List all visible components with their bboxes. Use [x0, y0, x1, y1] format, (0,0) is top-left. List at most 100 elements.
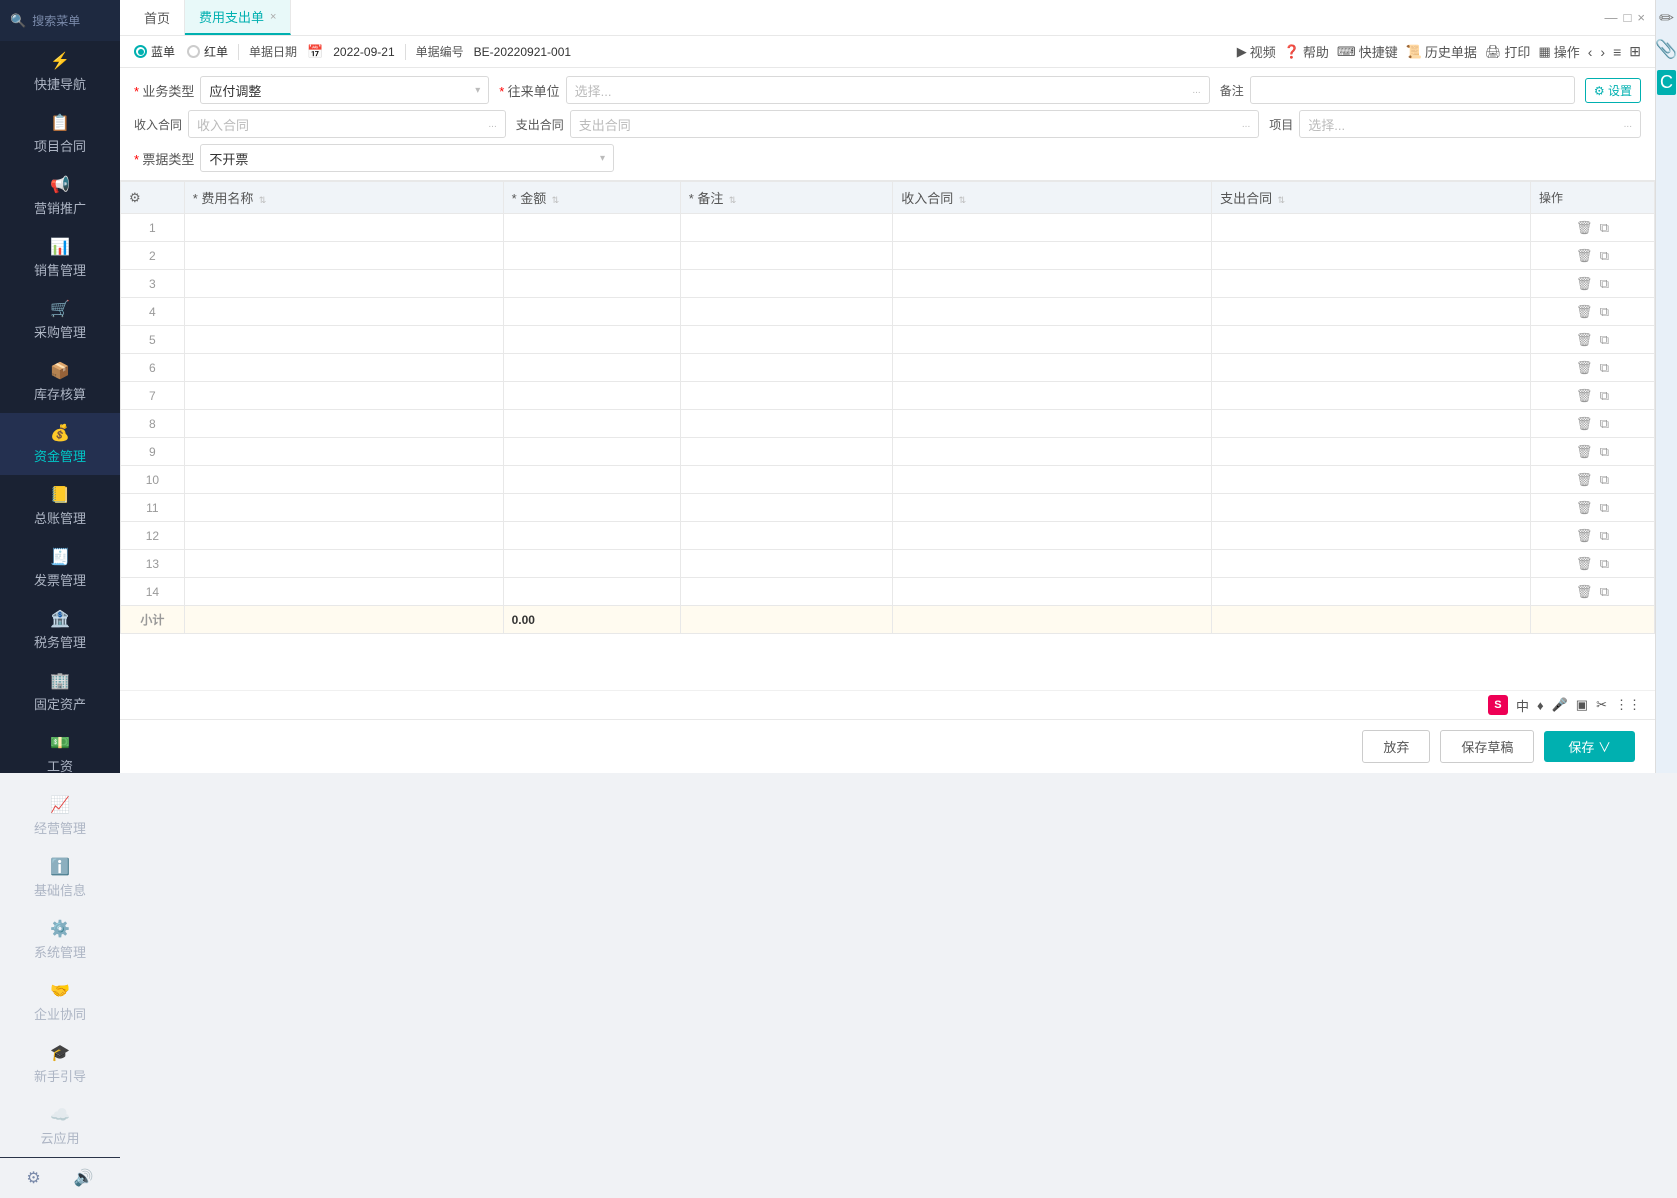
row-11-expense-name[interactable]	[184, 494, 503, 522]
row-6-income-contract[interactable]	[893, 354, 1212, 382]
sidebar-item-fixed-assets[interactable]: 🏢 固定资产	[0, 661, 120, 723]
save-button[interactable]: 保存 ∨	[1544, 731, 1635, 762]
row-3-delete-icon[interactable]: 🗑	[1576, 276, 1593, 291]
view-grid-icon[interactable]: ⊞	[1629, 43, 1641, 60]
row-10-note[interactable]	[680, 466, 893, 494]
sidebar-item-inventory[interactable]: 📦 库存核算	[0, 351, 120, 413]
sidebar-item-ledger[interactable]: 📒 总账管理	[0, 475, 120, 537]
brand-icon-diamond[interactable]: ♦	[1537, 698, 1544, 713]
row-10-income-contract[interactable]	[893, 466, 1212, 494]
row-11-income-contract[interactable]	[893, 494, 1212, 522]
row-10-delete-icon[interactable]: 🗑	[1576, 472, 1593, 487]
brand-icon-zhong[interactable]: 中	[1516, 696, 1529, 715]
row-11-copy-icon[interactable]: ⧉	[1600, 500, 1609, 515]
row-1-expense-contract[interactable]	[1212, 214, 1531, 242]
row-10-copy-icon[interactable]: ⧉	[1600, 472, 1609, 487]
row-5-income-contract[interactable]	[893, 326, 1212, 354]
row-14-delete-icon[interactable]: 🗑	[1576, 584, 1593, 599]
right-panel-icon-3[interactable]: C	[1657, 70, 1676, 95]
row-9-amount[interactable]	[503, 438, 680, 466]
right-panel-icon-2[interactable]: 📎	[1655, 39, 1677, 60]
row-12-expense-contract[interactable]	[1212, 522, 1531, 550]
sidebar-item-guide[interactable]: 🎓 新手引导	[0, 1033, 120, 1095]
row-13-income-contract[interactable]	[893, 550, 1212, 578]
discard-button[interactable]: 放弃	[1362, 730, 1430, 763]
settings-icon[interactable]: ⚙	[26, 1168, 40, 1188]
settings-button[interactable]: ⚙ 设置	[1585, 78, 1641, 103]
window-close-icon[interactable]: ×	[1637, 10, 1645, 25]
row-7-expense-name[interactable]	[184, 382, 503, 410]
sidebar-item-basic-info[interactable]: ℹ️ 基础信息	[0, 847, 120, 909]
row-13-delete-icon[interactable]: 🗑	[1576, 556, 1593, 571]
row-1-expense-name[interactable]	[184, 214, 503, 242]
row-10-expense-name[interactable]	[184, 466, 503, 494]
row-9-copy-icon[interactable]: ⧉	[1600, 444, 1609, 459]
video-action[interactable]: ▶ 视频	[1237, 42, 1276, 61]
row-5-expense-contract[interactable]	[1212, 326, 1531, 354]
brand-icon-mic[interactable]: 🎤	[1552, 697, 1568, 713]
row-4-delete-icon[interactable]: 🗑	[1576, 304, 1593, 319]
row-9-expense-contract[interactable]	[1212, 438, 1531, 466]
sidebar-item-operations[interactable]: 📈 经营管理	[0, 785, 120, 847]
row-3-income-contract[interactable]	[893, 270, 1212, 298]
sidebar-item-tax[interactable]: 🏦 税务管理	[0, 599, 120, 661]
row-5-expense-name[interactable]	[184, 326, 503, 354]
row-12-delete-icon[interactable]: 🗑	[1576, 528, 1593, 543]
sidebar-item-marketing[interactable]: 📢 营销推广	[0, 165, 120, 227]
sidebar-item-salary[interactable]: 💵 工资	[0, 723, 120, 785]
project-input[interactable]: 选择... ...	[1299, 110, 1641, 138]
row-12-copy-icon[interactable]: ⧉	[1600, 528, 1609, 543]
sidebar-item-system[interactable]: ⚙️ 系统管理	[0, 909, 120, 971]
row-4-income-contract[interactable]	[893, 298, 1212, 326]
row-7-copy-icon[interactable]: ⧉	[1600, 388, 1609, 403]
sort-icon-note[interactable]: ⇅	[729, 195, 737, 205]
row-12-expense-name[interactable]	[184, 522, 503, 550]
row-8-copy-icon[interactable]: ⧉	[1600, 416, 1609, 431]
row-11-expense-contract[interactable]	[1212, 494, 1531, 522]
row-14-expense-contract[interactable]	[1212, 578, 1531, 606]
row-12-amount[interactable]	[503, 522, 680, 550]
tab-expense[interactable]: 费用支出单 ×	[185, 0, 291, 35]
row-6-amount[interactable]	[503, 354, 680, 382]
sidebar-item-enterprise[interactable]: 🤝 企业协同	[0, 971, 120, 1033]
row-10-expense-contract[interactable]	[1212, 466, 1531, 494]
expense-contract-input[interactable]: 支出合同 ...	[570, 110, 1259, 138]
sidebar-item-capital[interactable]: 💰 资金管理	[0, 413, 120, 475]
window-max-icon[interactable]: □	[1624, 10, 1632, 25]
biz-type-select[interactable]: 应付调整 ▾	[200, 76, 489, 104]
window-min-icon[interactable]: —	[1605, 10, 1618, 25]
row-12-note[interactable]	[680, 522, 893, 550]
brand-icon-box[interactable]: ▣	[1576, 697, 1588, 713]
row-13-note[interactable]	[680, 550, 893, 578]
row-14-note[interactable]	[680, 578, 893, 606]
sidebar-item-invoice[interactable]: 🧾 发票管理	[0, 537, 120, 599]
sidebar-item-purchase[interactable]: 🛒 采购管理	[0, 289, 120, 351]
history-action[interactable]: 📜 历史单据	[1406, 42, 1477, 61]
row-9-delete-icon[interactable]: 🗑	[1576, 444, 1593, 459]
row-4-expense-contract[interactable]	[1212, 298, 1531, 326]
row-8-delete-icon[interactable]: 🗑	[1576, 416, 1593, 431]
blue-bill-radio[interactable]: 蓝单	[134, 43, 175, 60]
row-7-income-contract[interactable]	[893, 382, 1212, 410]
row-2-expense-contract[interactable]	[1212, 242, 1531, 270]
row-6-note[interactable]	[680, 354, 893, 382]
row-13-copy-icon[interactable]: ⧉	[1600, 556, 1609, 571]
row-7-delete-icon[interactable]: 🗑	[1576, 388, 1593, 403]
income-contract-input[interactable]: 收入合同 ...	[188, 110, 506, 138]
print-action[interactable]: 🖨 打印	[1485, 42, 1531, 61]
row-2-delete-icon[interactable]: 🗑	[1576, 248, 1593, 263]
draft-button[interactable]: 保存草稿	[1440, 730, 1534, 763]
row-11-amount[interactable]	[503, 494, 680, 522]
row-14-income-contract[interactable]	[893, 578, 1212, 606]
table-header-gear[interactable]: ⚙	[121, 182, 185, 214]
sort-icon-income[interactable]: ⇅	[959, 195, 967, 205]
row-4-note[interactable]	[680, 298, 893, 326]
sidebar-search[interactable]: 🔍 搜索菜单	[0, 0, 120, 41]
row-13-expense-name[interactable]	[184, 550, 503, 578]
nav-next-icon[interactable]: ›	[1600, 44, 1605, 60]
nav-prev-icon[interactable]: ‹	[1588, 44, 1593, 60]
row-8-expense-name[interactable]	[184, 410, 503, 438]
sidebar-item-cloud[interactable]: ☁️ 云应用	[0, 1095, 120, 1157]
row-4-amount[interactable]	[503, 298, 680, 326]
row-13-amount[interactable]	[503, 550, 680, 578]
